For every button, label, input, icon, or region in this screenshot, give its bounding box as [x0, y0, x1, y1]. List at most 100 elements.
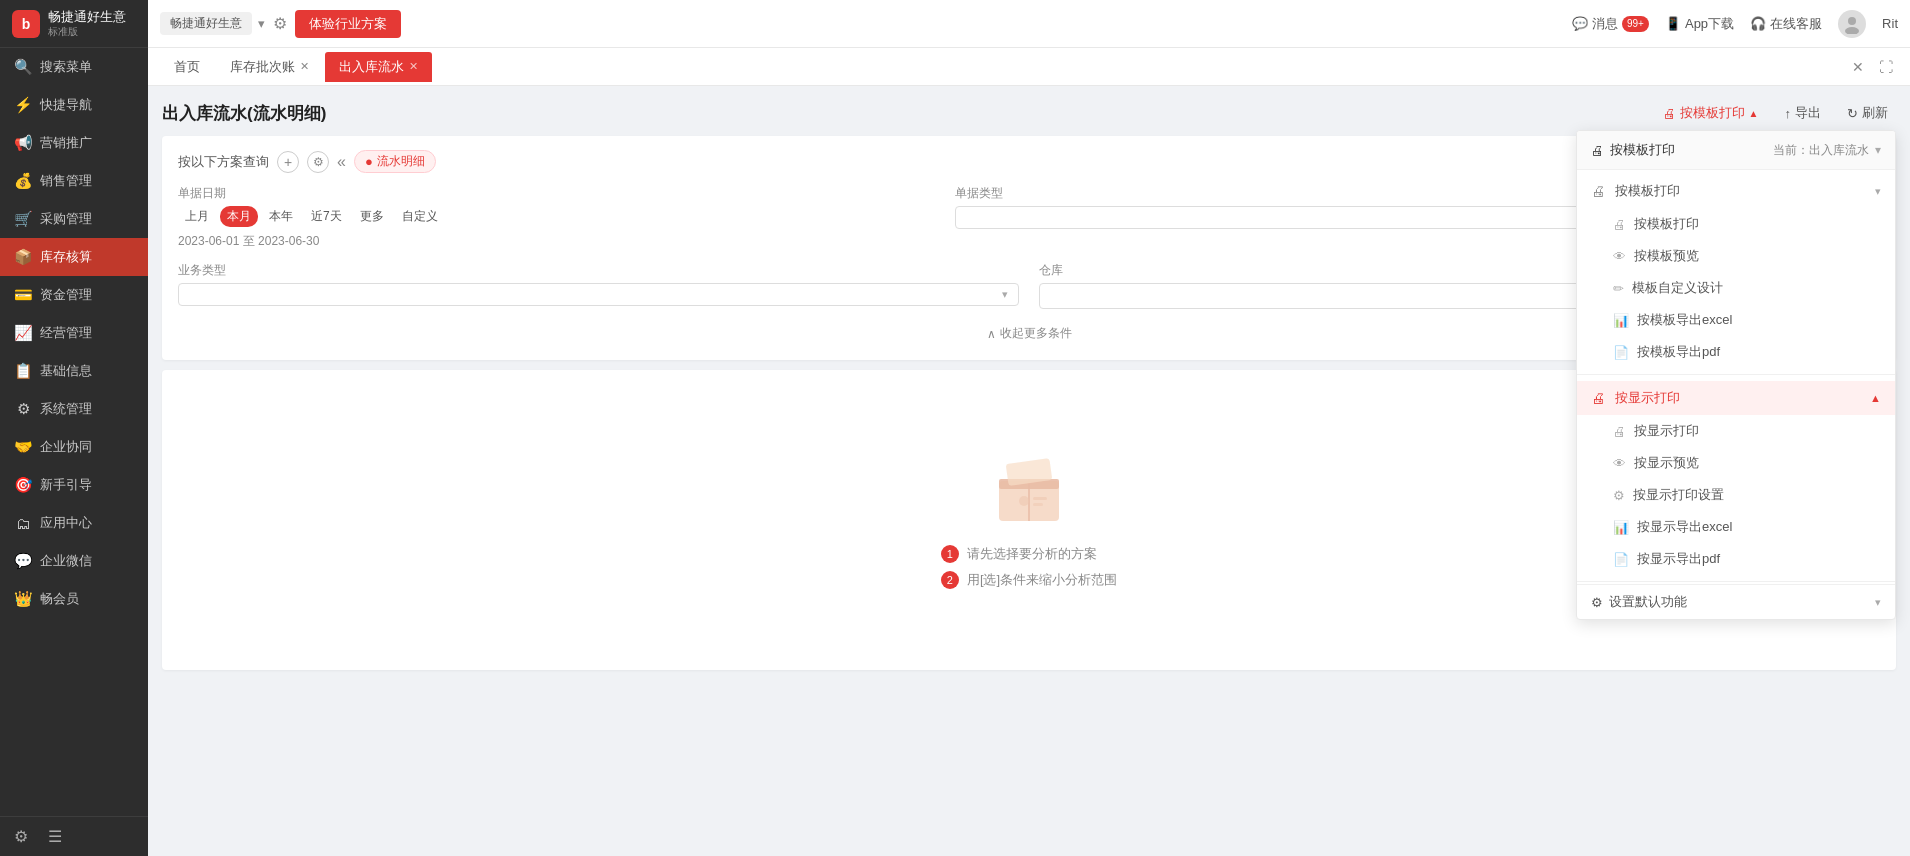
tab-flow-close[interactable]: ✕ — [409, 60, 418, 73]
collapse-conditions-btn[interactable]: ∧ 收起更多条件 — [983, 321, 1076, 346]
empty-illustration — [989, 451, 1069, 531]
dropdown-print-icon: 🖨 — [1591, 143, 1604, 158]
topbar-company: 畅捷通好生意 — [160, 12, 252, 35]
sidebar-item-finance[interactable]: 💳 资金管理 — [0, 276, 148, 314]
sidebar-item-basic[interactable]: 📋 基础信息 — [0, 352, 148, 390]
export-btn[interactable]: ↑ 导出 — [1777, 100, 1830, 126]
date-tab-7days[interactable]: 近7天 — [304, 206, 349, 227]
filter-settings-button[interactable]: ⚙ — [307, 151, 329, 173]
dropdown-arrow-down-icon[interactable]: ▾ — [1875, 143, 1881, 157]
sidebar-item-apps[interactable]: 🗂 应用中心 — [0, 504, 148, 542]
filter-collapse-button[interactable]: « — [337, 153, 346, 171]
collab-icon: 🤝 — [14, 438, 32, 456]
topbar-gear-icon[interactable]: ⚙ — [273, 14, 287, 33]
sidebar-item-operations[interactable]: 📈 经营管理 — [0, 314, 148, 352]
tab-expand-icon[interactable]: ⛶ — [1874, 55, 1898, 79]
filter-date-group: 单据日期 上月 本月 本年 近7天 更多 自定义 2023-06-01 至 20… — [178, 185, 935, 250]
date-tab-custom[interactable]: 自定义 — [395, 206, 445, 227]
sidebar-item-guide[interactable]: 🎯 新手引导 — [0, 466, 148, 504]
date-tab-last-month[interactable]: 上月 — [178, 206, 216, 227]
app-brand: 畅捷通好生意 标准版 — [48, 9, 126, 39]
dropdown-item-display-settings[interactable]: ⚙ 按显示打印设置 — [1577, 479, 1895, 511]
dropdown-footer-arrow-icon: ▾ — [1875, 596, 1881, 609]
industry-button[interactable]: 体验行业方案 — [295, 10, 401, 38]
date-tab-this-month[interactable]: 本月 — [220, 206, 258, 227]
dropdown-item-display-pdf[interactable]: 📄 按显示导出pdf — [1577, 543, 1895, 575]
inventory-icon: 📦 — [14, 248, 32, 266]
sidebar-item-collab[interactable]: 🤝 企业协同 — [0, 428, 148, 466]
topbar-brand: 畅捷通好生意 ▾ — [160, 12, 265, 35]
tab-controls: ✕ ⛶ — [1846, 55, 1898, 79]
item-display-excel-icon: 📊 — [1613, 520, 1629, 535]
page-content: 出入库流水(流水明细) 🖨 按模板打印 ▲ ↑ 导出 ↻ 刷新 — [148, 86, 1910, 856]
tabs-bar: 首页 库存批次账 ✕ 出入库流水 ✕ ✕ ⛶ — [148, 48, 1910, 86]
dropdown-item-template-preview[interactable]: 👁 按模板预览 — [1577, 240, 1895, 272]
dropdown-header: 🖨 按模板打印 当前：出入库流水 ▾ — [1577, 131, 1895, 170]
finance-icon: 💳 — [14, 286, 32, 304]
sidebar-item-purchase[interactable]: 🛒 采购管理 — [0, 200, 148, 238]
sidebar-item-member[interactable]: 👑 畅会员 — [0, 580, 148, 618]
topbar-company-dropdown[interactable]: ▾ — [258, 16, 265, 31]
tab-close-all-icon[interactable]: ✕ — [1846, 55, 1870, 79]
dropdown-display-header[interactable]: 🖨 按显示打印 ▲ — [1577, 381, 1895, 415]
tab-batch[interactable]: 库存批次账 ✕ — [216, 52, 323, 82]
item-display-print-icon: 🖨 — [1613, 424, 1626, 439]
refresh-btn[interactable]: ↻ 刷新 — [1839, 100, 1896, 126]
topbar-service[interactable]: 🎧 在线客服 — [1750, 15, 1822, 33]
sidebar-item-marketing[interactable]: 📢 营销推广 — [0, 124, 148, 162]
guide-icon: 🎯 — [14, 476, 32, 494]
sidebar-menu-icon[interactable]: ☰ — [48, 827, 62, 846]
topbar-username[interactable]: Rit — [1882, 16, 1898, 31]
filter-tag[interactable]: ● 流水明细 — [354, 150, 436, 173]
dropdown-item-template-print[interactable]: 🖨 按模板打印 — [1577, 208, 1895, 240]
filter-biztype-select[interactable]: ▾ — [178, 283, 1019, 306]
date-tab-this-year[interactable]: 本年 — [262, 206, 300, 227]
tab-batch-close[interactable]: ✕ — [300, 60, 309, 73]
topbar: 畅捷通好生意 ▾ ⚙ 体验行业方案 💬 消息 99+ 📱 App下载 🎧 在线客… — [148, 0, 1910, 48]
display-section-arrow-icon: ▲ — [1870, 392, 1881, 404]
tab-flow[interactable]: 出入库流水 ✕ — [325, 52, 432, 82]
dropdown-item-template-excel[interactable]: 📊 按模板导出excel — [1577, 304, 1895, 336]
print-template-btn[interactable]: 🖨 按模板打印 ▲ — [1655, 100, 1767, 126]
topbar-avatar[interactable] — [1838, 10, 1866, 38]
sidebar-item-inventory[interactable]: 📦 库存核算 — [0, 238, 148, 276]
page-header: 出入库流水(流水明细) 🖨 按模板打印 ▲ ↑ 导出 ↻ 刷新 — [162, 100, 1896, 126]
empty-hint-1: 1 请先选择要分析的方案 — [941, 545, 1117, 563]
empty-state: 1 请先选择要分析的方案 2 用[选]条件来缩小分析范围 — [941, 451, 1117, 589]
sales-icon: 💰 — [14, 172, 32, 190]
hint-num-2: 2 — [941, 571, 959, 589]
item-custom-icon: ✏ — [1613, 281, 1624, 296]
sidebar-item-quicknav[interactable]: ⚡ 快捷导航 — [0, 86, 148, 124]
dropdown-title: 🖨 按模板打印 — [1591, 141, 1675, 159]
filter-add-button[interactable]: + — [277, 151, 299, 173]
svg-rect-8 — [1033, 503, 1043, 506]
template-section-arrow-icon: ▾ — [1875, 185, 1881, 198]
dropdown-item-template-custom[interactable]: ✏ 模板自定义设计 — [1577, 272, 1895, 304]
topbar-message[interactable]: 💬 消息 99+ — [1572, 15, 1649, 33]
sidebar-bottom: ⚙ ☰ — [0, 816, 148, 856]
sidebar-item-wechat[interactable]: 💬 企业微信 — [0, 542, 148, 580]
filter-date-label: 单据日期 — [178, 185, 935, 202]
sidebar-settings-icon[interactable]: ⚙ — [14, 827, 28, 846]
tab-home[interactable]: 首页 — [160, 52, 214, 82]
sidebar-nav: 🔍 搜索菜单 ⚡ 快捷导航 📢 营销推广 💰 销售管理 🛒 采购管理 📦 库存核… — [0, 48, 148, 816]
topbar-app-download[interactable]: 📱 App下载 — [1665, 15, 1734, 33]
dropdown-item-display-print[interactable]: 🖨 按显示打印 — [1577, 415, 1895, 447]
svg-point-6 — [1019, 496, 1029, 506]
sidebar-item-system[interactable]: ⚙ 系统管理 — [0, 390, 148, 428]
app-logo-icon: b — [12, 10, 40, 38]
dropdown-default-settings[interactable]: ⚙ 设置默认功能 — [1591, 593, 1687, 611]
dropdown-item-display-excel[interactable]: 📊 按显示导出excel — [1577, 511, 1895, 543]
dropdown-item-display-preview[interactable]: 👁 按显示预览 — [1577, 447, 1895, 479]
sidebar-item-search[interactable]: 🔍 搜索菜单 — [0, 48, 148, 86]
date-tab-more[interactable]: 更多 — [353, 206, 391, 227]
dropdown-template-header[interactable]: 🖨 按模板打印 ▾ — [1577, 174, 1895, 208]
item-display-settings-icon: ⚙ — [1613, 488, 1625, 503]
dropdown-current-label: 当前：出入库流水 — [1773, 142, 1869, 159]
sidebar-item-sales[interactable]: 💰 销售管理 — [0, 162, 148, 200]
biztype-dropdown-icon: ▾ — [1002, 288, 1008, 301]
svg-rect-7 — [1033, 497, 1047, 500]
dropdown-footer-divider — [1577, 581, 1895, 582]
dropdown-item-template-pdf[interactable]: 📄 按模板导出pdf — [1577, 336, 1895, 368]
filter-biztype-label: 业务类型 — [178, 262, 1019, 279]
